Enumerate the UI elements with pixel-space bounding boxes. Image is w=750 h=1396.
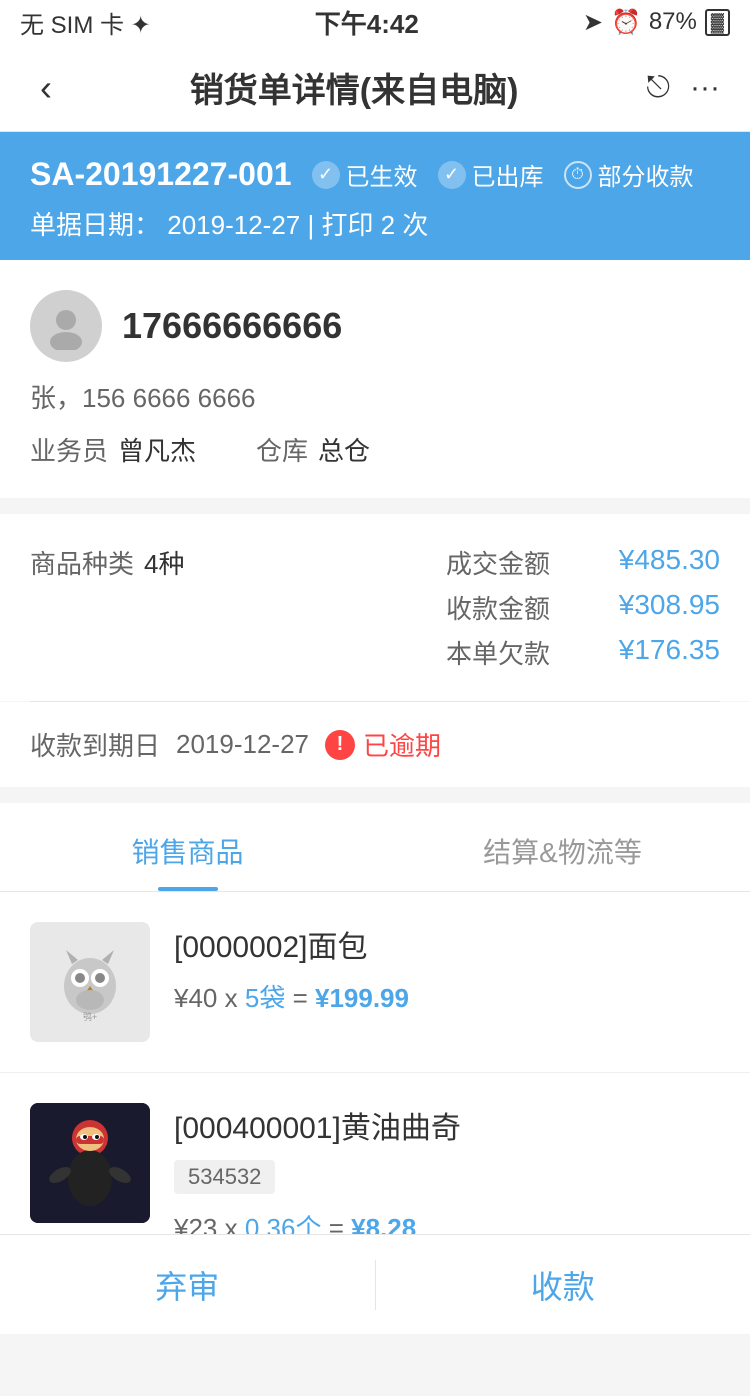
due-date-value: 2019-12-27 bbox=[176, 729, 309, 760]
signal-text: 无 SIM 卡 ✦ bbox=[20, 5, 151, 40]
nav-bar: ‹ 销货单详情(来自电脑) ⎋ ··· bbox=[0, 44, 750, 132]
product-total-1: ¥199.99 bbox=[315, 983, 409, 1013]
battery-text: 87% bbox=[649, 8, 697, 36]
product-thumbnail-2 bbox=[30, 1103, 150, 1223]
collected-value: ¥308.95 bbox=[580, 589, 720, 626]
product-sku-2: 534532 bbox=[174, 1160, 275, 1194]
clock-icon: ⏱ bbox=[564, 161, 592, 189]
due-date-label: 收款到期日 bbox=[30, 726, 160, 763]
status-effective: ✓ 已生效 bbox=[312, 157, 418, 192]
product-price-row-1: ¥40 x 5袋 = ¥199.99 bbox=[174, 978, 720, 1015]
warehouse-value: 总仓 bbox=[318, 431, 370, 468]
product-name-1: [0000002]面包 bbox=[174, 922, 720, 966]
status-right: ➤ ⏰ 87% ▓ bbox=[583, 8, 730, 37]
list-item: 鸮+ [0000002]面包 ¥40 x 5袋 = ¥199.99 bbox=[0, 892, 750, 1073]
collected-amount-row: 收款金额 ¥308.95 bbox=[446, 589, 720, 626]
tab-settlement[interactable]: 结算&物流等 bbox=[375, 803, 750, 891]
summary-section: 商品种类 4种 成交金额 ¥485.30 收款金额 ¥308.95 本单欠款 ¥… bbox=[0, 514, 750, 701]
salesman-info: 业务员 曾凡杰 bbox=[30, 431, 196, 468]
tab-sales-products[interactable]: 销售商品 bbox=[0, 803, 375, 891]
avatar bbox=[30, 290, 102, 362]
product-list: 鸮+ [0000002]面包 ¥40 x 5袋 = ¥199.99 bbox=[0, 892, 750, 1276]
product-info-1: [0000002]面包 ¥40 x 5袋 = ¥199.99 bbox=[174, 922, 720, 1015]
debt-amount-row: 本单欠款 ¥176.35 bbox=[446, 634, 720, 671]
divider-1 bbox=[0, 498, 750, 514]
customer-section: 17666666666 张，156 6666 6666 业务员 曾凡杰 仓库 总… bbox=[0, 260, 750, 498]
product-thumbnail-1: 鸮+ bbox=[30, 922, 150, 1042]
status-left: 无 SIM 卡 ✦ bbox=[20, 5, 151, 40]
bottom-bar: 弃审 收款 bbox=[0, 1234, 750, 1334]
more-button[interactable]: ··· bbox=[690, 71, 720, 105]
collected-label: 收款金额 bbox=[446, 589, 550, 626]
abandon-review-button[interactable]: 弃审 bbox=[0, 1242, 375, 1328]
overdue-icon: ! bbox=[325, 730, 355, 760]
multiply-icon-1: x bbox=[225, 983, 245, 1013]
customer-subinfo: 张，156 6666 6666 bbox=[30, 378, 720, 415]
deal-amount-label: 成交金额 bbox=[446, 544, 550, 581]
back-button[interactable]: ‹ bbox=[30, 57, 62, 119]
svg-text:鸮+: 鸮+ bbox=[83, 1011, 97, 1022]
battery-icon: ▓ bbox=[705, 9, 730, 36]
nav-actions: ⎋ ··· bbox=[646, 71, 720, 105]
salesman-label: 业务员 bbox=[30, 431, 108, 468]
type-label: 商品种类 bbox=[30, 544, 134, 581]
order-id: SA-20191227-001 bbox=[30, 156, 292, 193]
equals-icon-1: = bbox=[293, 983, 315, 1013]
overdue-badge: ! 已逾期 bbox=[325, 726, 441, 763]
deal-amount-row: 成交金额 ¥485.30 bbox=[446, 544, 720, 581]
status-partial: ⏱ 部分收款 bbox=[564, 157, 694, 192]
check-icon-2: ✓ bbox=[438, 161, 466, 189]
warehouse-info: 仓库 总仓 bbox=[256, 431, 370, 468]
collect-payment-button[interactable]: 收款 bbox=[376, 1242, 750, 1328]
amount-info: 成交金额 ¥485.30 收款金额 ¥308.95 本单欠款 ¥176.35 bbox=[446, 544, 720, 671]
customer-name: 17666666666 bbox=[122, 305, 342, 347]
status-shipped: ✓ 已出库 bbox=[438, 157, 544, 192]
product-price-1: ¥40 bbox=[174, 983, 217, 1013]
overdue-text: 已逾期 bbox=[363, 726, 441, 763]
page-title: 销货单详情(来自电脑) bbox=[190, 63, 519, 112]
type-count: 4种 bbox=[144, 544, 184, 581]
status-bar: 无 SIM 卡 ✦ 下午4:42 ➤ ⏰ 87% ▓ bbox=[0, 0, 750, 44]
order-date-row: 单据日期： 2019-12-27 | 打印 2 次 bbox=[30, 205, 720, 242]
product-qty-1: 5袋 bbox=[245, 983, 285, 1013]
alarm-icon: ⏰ bbox=[611, 8, 641, 37]
salesman-value: 曾凡杰 bbox=[118, 431, 196, 468]
product-name-2: [000400001]黄油曲奇 bbox=[174, 1103, 720, 1147]
check-icon-1: ✓ bbox=[312, 161, 340, 189]
debt-value: ¥176.35 bbox=[580, 634, 720, 671]
customer-meta: 业务员 曾凡杰 仓库 总仓 bbox=[30, 431, 720, 468]
debt-label: 本单欠款 bbox=[446, 634, 550, 671]
tabs-row: 销售商品 结算&物流等 bbox=[0, 803, 750, 891]
status-time: 下午4:42 bbox=[315, 4, 419, 41]
header-banner: SA-20191227-001 ✓ 已生效 ✓ 已出库 ⏱ 部分收款 单据日期：… bbox=[0, 132, 750, 260]
share-button[interactable]: ⎋ bbox=[646, 71, 670, 105]
due-section: 收款到期日 2019-12-27 ! 已逾期 bbox=[0, 702, 750, 787]
tabs-section: 销售商品 结算&物流等 bbox=[0, 803, 750, 892]
warehouse-label: 仓库 bbox=[256, 431, 308, 468]
deal-amount-value: ¥485.30 bbox=[580, 544, 720, 581]
product-info-2: [000400001]黄油曲奇 534532 ¥23 x 0.36个 = ¥8.… bbox=[174, 1103, 720, 1245]
location-icon: ➤ bbox=[583, 8, 603, 37]
product-type-info: 商品种类 4种 bbox=[30, 544, 184, 581]
